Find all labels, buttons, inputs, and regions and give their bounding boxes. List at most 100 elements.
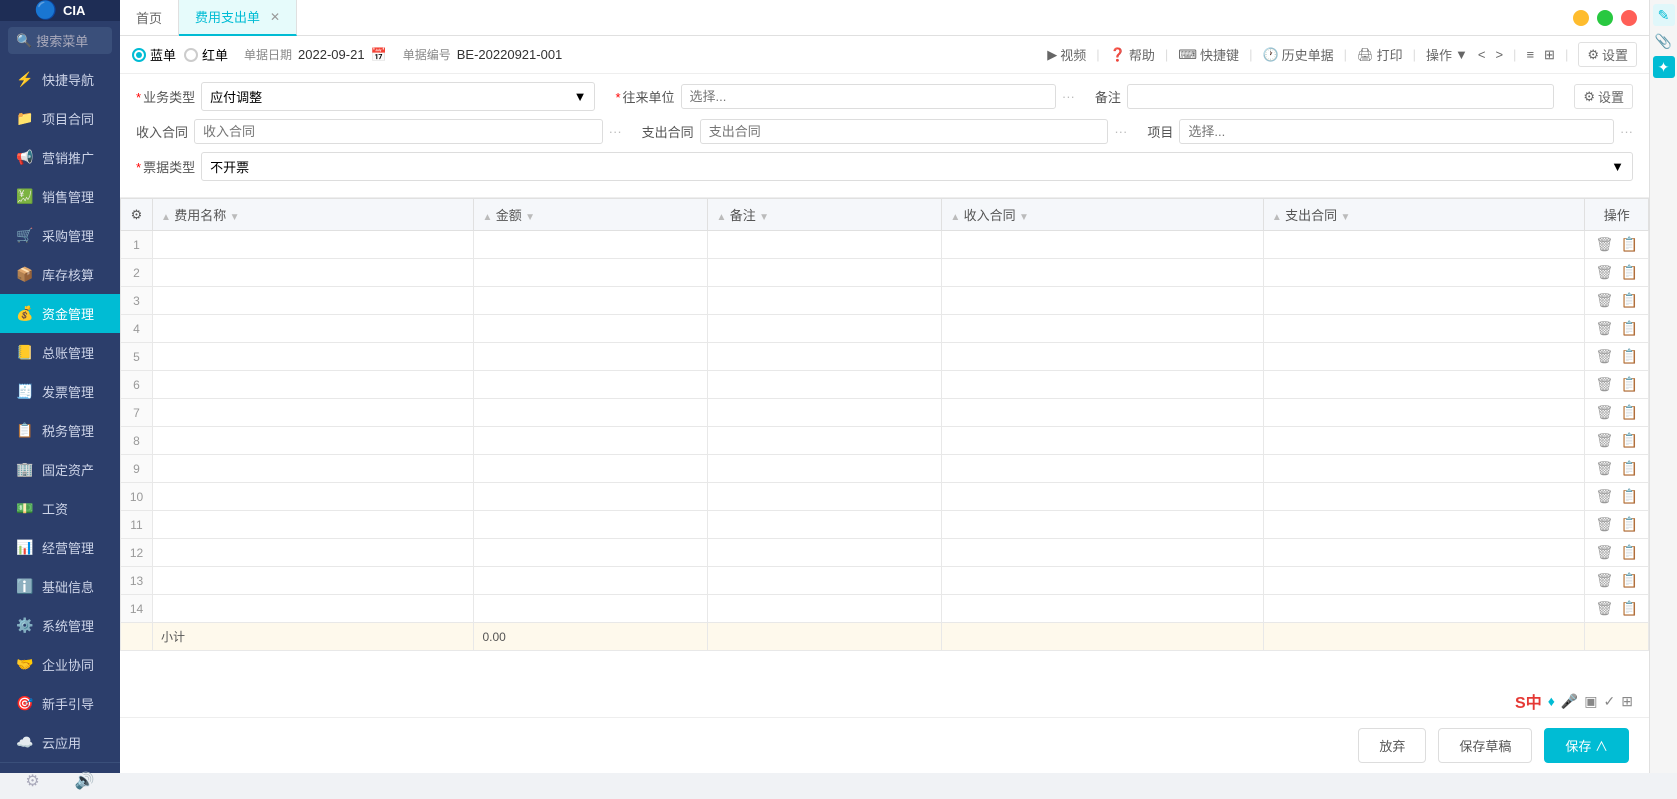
copy-row-icon[interactable]: 📋 xyxy=(1621,236,1638,252)
invoice-type-select[interactable]: 不开票 ▼ xyxy=(201,152,1633,181)
delete-row-icon[interactable]: 🗑 xyxy=(1595,264,1613,280)
copy-row-icon[interactable]: 📋 xyxy=(1621,516,1638,532)
sidebar-item-collab[interactable]: 🤝 企业协同 xyxy=(0,645,120,684)
delete-row-icon[interactable]: 🗑 xyxy=(1595,460,1613,476)
copy-row-icon[interactable]: 📋 xyxy=(1621,572,1638,588)
sidebar-item-capital[interactable]: 💰 资金管理 xyxy=(0,294,120,333)
tab-close-icon[interactable]: ✕ xyxy=(270,10,280,24)
form-settings-button[interactable]: ⚙ 设置 xyxy=(1574,84,1633,109)
project-input[interactable] xyxy=(1179,119,1614,144)
cell-income-contract[interactable] xyxy=(942,371,1263,399)
radio-red[interactable]: 红单 xyxy=(184,45,228,64)
expense-contract-input[interactable] xyxy=(700,119,1109,144)
cell-expense-contract[interactable] xyxy=(1263,483,1585,511)
sidebar-item-newbie[interactable]: 🎯 新手引导 xyxy=(0,684,120,723)
nav-right-action[interactable]: > xyxy=(1495,47,1503,62)
delete-row-icon[interactable]: 🗑 xyxy=(1595,376,1613,392)
delete-row-icon[interactable]: 🗑 xyxy=(1595,516,1613,532)
sidebar-item-shortcut[interactable]: ⚡ 快捷导航 xyxy=(0,60,120,99)
delete-row-icon[interactable]: 🗑 xyxy=(1595,320,1613,336)
settings-bottom-icon[interactable]: ⚙ xyxy=(25,771,39,791)
cell-expense-name[interactable] xyxy=(153,595,474,623)
sidebar-item-sales[interactable]: 💹 销售管理 xyxy=(0,177,120,216)
operation-action[interactable]: 操作 ▼ xyxy=(1426,45,1468,64)
cell-expense-contract[interactable] xyxy=(1263,343,1585,371)
delete-row-icon[interactable]: 🗑 xyxy=(1595,236,1613,252)
cell-income-contract[interactable] xyxy=(942,427,1263,455)
cell-expense-name[interactable] xyxy=(153,287,474,315)
sidebar-item-tax[interactable]: 📋 税务管理 xyxy=(0,411,120,450)
cell-expense-name[interactable] xyxy=(153,371,474,399)
cell-expense-name[interactable] xyxy=(153,343,474,371)
cell-remark[interactable] xyxy=(708,287,942,315)
sidebar-item-cloud[interactable]: ☁️ 云应用 xyxy=(0,723,120,762)
sidebar-item-basic[interactable]: ℹ️ 基础信息 xyxy=(0,567,120,606)
copy-row-icon[interactable]: 📋 xyxy=(1621,320,1638,336)
cell-expense-name[interactable] xyxy=(153,315,474,343)
col-amount-sort-up[interactable]: ▲ xyxy=(482,212,492,223)
help-action[interactable]: ❓ 帮助 xyxy=(1110,45,1155,64)
sidebar-item-invoice[interactable]: 🧾 发票管理 xyxy=(0,372,120,411)
sidebar-item-marketing[interactable]: 📢 营销推广 xyxy=(0,138,120,177)
cell-remark[interactable] xyxy=(708,539,942,567)
col-sort-up[interactable]: ▲ xyxy=(161,212,171,223)
copy-row-icon[interactable]: 📋 xyxy=(1621,600,1638,616)
cell-amount[interactable] xyxy=(474,427,708,455)
cell-remark[interactable] xyxy=(708,343,942,371)
cell-remark[interactable] xyxy=(708,595,942,623)
cell-income-contract[interactable] xyxy=(942,483,1263,511)
close-button[interactable] xyxy=(1621,10,1637,26)
delete-row-icon[interactable]: 🗑 xyxy=(1595,488,1613,504)
remark-input[interactable] xyxy=(1127,84,1554,109)
right-panel-btn-3[interactable]: ✦ xyxy=(1653,56,1675,78)
col-settings[interactable]: ⚙ xyxy=(121,199,153,231)
cell-expense-contract[interactable] xyxy=(1263,315,1585,343)
delete-row-icon[interactable]: 🗑 xyxy=(1595,404,1613,420)
cell-expense-contract[interactable] xyxy=(1263,259,1585,287)
set-button[interactable]: ⚙ 设置 xyxy=(1578,42,1637,67)
col-remark-sort-down[interactable]: ▼ xyxy=(759,212,769,223)
nav-left-action[interactable]: < xyxy=(1478,47,1486,62)
delete-row-icon[interactable]: 🗑 xyxy=(1595,292,1613,308)
cell-amount[interactable] xyxy=(474,511,708,539)
cell-expense-contract[interactable] xyxy=(1263,595,1585,623)
cell-income-contract[interactable] xyxy=(942,539,1263,567)
sidebar-item-fixed[interactable]: 🏢 固定资产 xyxy=(0,450,120,489)
cell-income-contract[interactable] xyxy=(942,455,1263,483)
cell-expense-contract[interactable] xyxy=(1263,231,1585,259)
cell-expense-contract[interactable] xyxy=(1263,455,1585,483)
cell-amount[interactable] xyxy=(474,259,708,287)
print-action[interactable]: 🖨 打印 xyxy=(1357,45,1403,64)
sidebar-item-inventory[interactable]: 📦 库存核算 xyxy=(0,255,120,294)
cell-income-contract[interactable] xyxy=(942,231,1263,259)
video-action[interactable]: ▶ 视频 xyxy=(1047,45,1086,64)
cell-expense-contract[interactable] xyxy=(1263,511,1585,539)
copy-row-icon[interactable]: 📋 xyxy=(1621,292,1638,308)
cell-amount[interactable] xyxy=(474,483,708,511)
delete-row-icon[interactable]: 🗑 xyxy=(1595,572,1613,588)
save-draft-button[interactable]: 保存草稿 xyxy=(1438,728,1532,763)
delete-row-icon[interactable]: 🗑 xyxy=(1595,432,1613,448)
cell-remark[interactable] xyxy=(708,259,942,287)
cell-expense-name[interactable] xyxy=(153,483,474,511)
copy-row-icon[interactable]: 📋 xyxy=(1621,376,1638,392)
col-sort-down[interactable]: ▼ xyxy=(230,212,240,223)
expense-contract-dots[interactable]: ··· xyxy=(1114,124,1127,139)
cell-expense-name[interactable] xyxy=(153,511,474,539)
income-contract-dots[interactable]: ··· xyxy=(609,124,622,139)
cell-amount[interactable] xyxy=(474,231,708,259)
sidebar-item-salary[interactable]: 💵 工资 xyxy=(0,489,120,528)
delete-row-icon[interactable]: 🗑 xyxy=(1595,600,1613,616)
cell-remark[interactable] xyxy=(708,371,942,399)
cell-expense-name[interactable] xyxy=(153,455,474,483)
cell-amount[interactable] xyxy=(474,539,708,567)
biz-type-select[interactable]: 应付调整 ▼ xyxy=(201,82,595,111)
maximize-button[interactable] xyxy=(1597,10,1613,26)
sidebar-item-project[interactable]: 📁 项目合同 xyxy=(0,99,120,138)
right-panel-btn-2[interactable]: 📎 xyxy=(1653,30,1675,52)
cell-expense-name[interactable] xyxy=(153,259,474,287)
cell-amount[interactable] xyxy=(474,455,708,483)
tab-expense[interactable]: 费用支出单 ✕ xyxy=(179,0,297,36)
cell-amount[interactable] xyxy=(474,343,708,371)
cell-amount[interactable] xyxy=(474,567,708,595)
